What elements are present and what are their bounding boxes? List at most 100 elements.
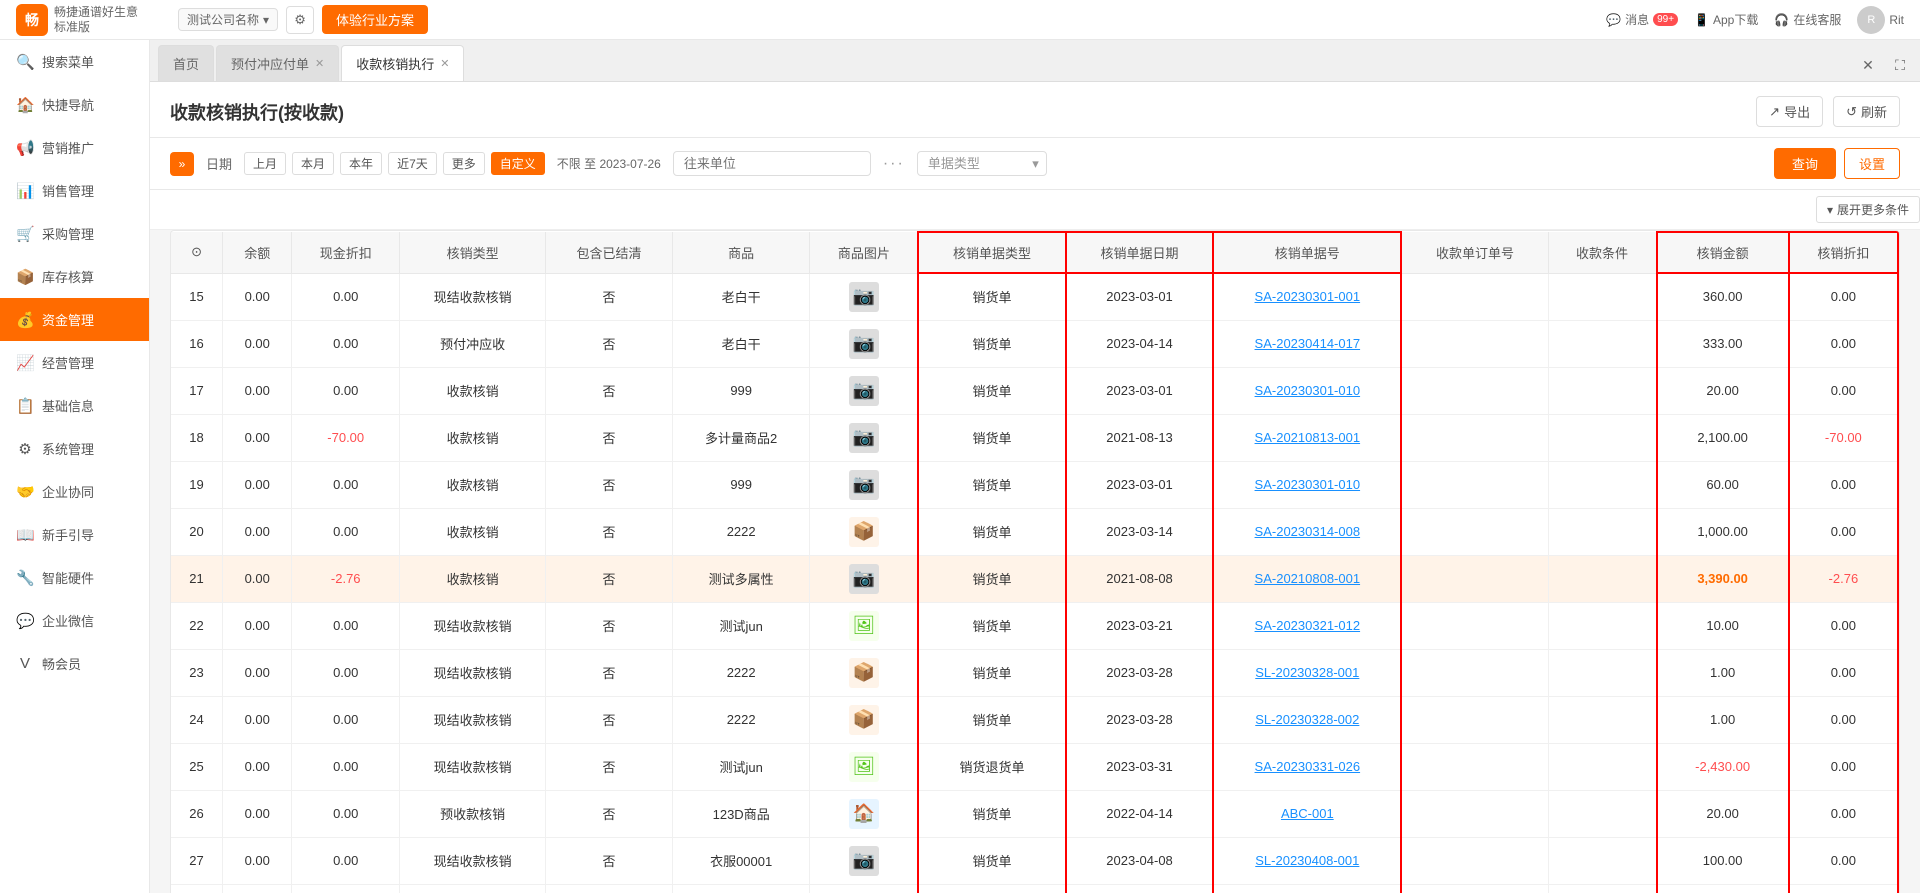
sidebar-item-企业微信[interactable]: 💬企业微信: [0, 599, 149, 642]
company-selector[interactable]: 测试公司名称 ▾: [178, 8, 278, 31]
filter-bar: » 日期 上月本月本年近7天更多自定义 不限 至 2023-07-26 ··· …: [150, 138, 1920, 190]
cash-discount-value: -70.00: [327, 430, 364, 445]
product-cell: 衣服00001: [672, 837, 809, 884]
bill-no-link[interactable]: SA-20230301-010: [1255, 383, 1361, 398]
expand-button[interactable]: »: [170, 152, 194, 176]
receiptCondition-cell: [1548, 837, 1656, 884]
user-menu-btn[interactable]: R Rit: [1857, 6, 1904, 34]
bill-no-link[interactable]: SA-20230301-001: [1255, 289, 1361, 304]
balance-cell: 0.00: [223, 320, 292, 367]
product-cell: 测试jun: [672, 602, 809, 649]
expand-more-button[interactable]: ▾ 展开更多条件: [1816, 196, 1920, 223]
tab-close-icon[interactable]: ✕: [315, 57, 324, 70]
sidebar-item-经营管理[interactable]: 📈经营管理: [0, 341, 149, 384]
col-header-billCategory: 核销单据类型: [918, 232, 1065, 273]
bill-type-select[interactable]: 单据类型: [917, 151, 1047, 176]
date-custom-btn[interactable]: 自定义: [491, 152, 545, 175]
tab-收款核销执行[interactable]: 收款核销执行✕: [341, 45, 464, 81]
billCategory-cell: 销货单: [918, 555, 1065, 602]
tab-首页[interactable]: 首页: [158, 45, 214, 81]
tab-label: 预付冲应付单: [231, 54, 309, 73]
date-option-近7天[interactable]: 近7天: [388, 152, 437, 175]
sidebar-item-销售管理[interactable]: 📊销售管理: [0, 169, 149, 212]
table-row: 220.000.00现结收款核销否测试jun🖼销货单2023-03-21SA-2…: [171, 602, 1898, 649]
cashDiscount-cell: 0.00: [292, 602, 400, 649]
sidebar-label: 库存核算: [42, 267, 94, 286]
logo-area: 畅 畅捷通谱好生意 标准版: [16, 4, 166, 36]
idx-cell: 24: [171, 696, 223, 743]
close-tab-btn[interactable]: ✕: [1856, 53, 1880, 77]
sidebar-icon: ⚙: [16, 440, 34, 458]
bill-no-link[interactable]: SA-20230314-008: [1255, 524, 1361, 539]
includeClear-cell: 否: [546, 320, 673, 367]
receiptCondition-cell: [1548, 602, 1656, 649]
balance-cell: 0.00: [223, 508, 292, 555]
sidebar-item-营销推广[interactable]: 📢营销推广: [0, 126, 149, 169]
date-option-本年[interactable]: 本年: [340, 152, 382, 175]
refresh-button[interactable]: ↺ 刷新: [1833, 96, 1900, 127]
idx-cell: 16: [171, 320, 223, 367]
sidebar-item-快捷导航[interactable]: 🏠快捷导航: [0, 83, 149, 126]
tab-预付冲应付单[interactable]: 预付冲应付单 ✕: [216, 45, 339, 81]
writeoffAmount-cell: 333.00: [1657, 320, 1789, 367]
date-option-上月[interactable]: 上月: [244, 152, 286, 175]
billDate-cell: 2023-03-31: [1066, 743, 1213, 790]
date-option-更多[interactable]: 更多: [443, 152, 485, 175]
sidebar-item-搜索菜单[interactable]: 🔍搜索菜单: [0, 40, 149, 83]
table-row: 280.000.00现结收款核销否2222📦销货单2023-04-18SL-20…: [171, 884, 1898, 893]
query-button[interactable]: 查询: [1774, 148, 1836, 179]
settings-button[interactable]: 设置: [1844, 148, 1900, 179]
chevron-down-icon: ▾: [263, 13, 269, 27]
bill-no-link[interactable]: ABC-001: [1281, 806, 1334, 821]
sidebar-item-系统管理[interactable]: ⚙系统管理: [0, 427, 149, 470]
col-header-writeoffType: 核销类型: [400, 232, 546, 273]
includeClear-cell: 否: [546, 461, 673, 508]
chevron-down-icon: ▾: [1827, 203, 1833, 217]
includeClear-cell: 否: [546, 790, 673, 837]
billDate-cell: 2023-04-14: [1066, 320, 1213, 367]
bill-no-link[interactable]: SL-20230328-002: [1255, 712, 1359, 727]
table-row: 160.000.00预付冲应收否老白干📷销货单2023-04-14SA-2023…: [171, 320, 1898, 367]
sidebar-icon: 📈: [16, 354, 34, 372]
bill-no-link[interactable]: SA-20230414-017: [1255, 336, 1361, 351]
bill-no-link[interactable]: SA-20230321-012: [1255, 618, 1361, 633]
sidebar-item-企业协同[interactable]: 🤝企业协同: [0, 470, 149, 513]
table-row: 260.000.00预收款核销否123D商品🏠销货单2022-04-14ABC-…: [171, 790, 1898, 837]
logo-icon: 畅: [16, 4, 48, 36]
maximize-tab-btn[interactable]: ⛶: [1888, 53, 1912, 77]
sidebar-item-畅会员[interactable]: V畅会员: [0, 642, 149, 685]
bill-no-link[interactable]: SL-20230328-001: [1255, 665, 1359, 680]
balance-cell: 0.00: [223, 414, 292, 461]
date-option-本月[interactable]: 本月: [292, 152, 334, 175]
writeoffAmount-cell: 20.00: [1657, 367, 1789, 414]
gear-button[interactable]: ⚙: [286, 6, 314, 34]
receiptOrderNo-cell: [1401, 790, 1548, 837]
tab-close-icon[interactable]: ✕: [440, 57, 449, 70]
includeClear-cell: 否: [546, 837, 673, 884]
industry-btn[interactable]: 体验行业方案: [322, 5, 428, 34]
bill-no-link[interactable]: SL-20230408-001: [1255, 853, 1359, 868]
bill-no-link[interactable]: SA-20210813-001: [1255, 430, 1361, 445]
sidebar-item-新手引导[interactable]: 📖新手引导: [0, 513, 149, 556]
app-download-btn[interactable]: 📱 App下载: [1694, 11, 1758, 28]
sidebar-item-智能硬件[interactable]: 🔧智能硬件: [0, 556, 149, 599]
writeoffAmount-cell: 10.00: [1657, 602, 1789, 649]
sidebar-item-采购管理[interactable]: 🛒采购管理: [0, 212, 149, 255]
bill-no-link[interactable]: SA-20210808-001: [1255, 571, 1361, 586]
bill-no-link[interactable]: SA-20230301-010: [1255, 477, 1361, 492]
sidebar-icon: 📢: [16, 139, 34, 157]
export-button[interactable]: ↗ 导出: [1756, 96, 1823, 127]
sidebar-item-库存核算[interactable]: 📦库存核算: [0, 255, 149, 298]
receiptCondition-cell: [1548, 320, 1656, 367]
partner-input[interactable]: [673, 151, 871, 176]
sidebar-item-基础信息[interactable]: 📋基础信息: [0, 384, 149, 427]
bill-no-link[interactable]: SA-20230331-026: [1255, 759, 1361, 774]
cashDiscount-cell: 0.00: [292, 367, 400, 414]
billCategory-cell: 销货单: [918, 884, 1065, 893]
sidebar-item-资金管理[interactable]: 💰资金管理: [0, 298, 149, 341]
online-service-btn[interactable]: 🎧 在线客服: [1774, 11, 1841, 28]
billCategory-cell: 销货退货单: [918, 743, 1065, 790]
product-cell: 老白干: [672, 273, 809, 320]
message-btn[interactable]: 💬 消息 99+: [1606, 11, 1678, 28]
sidebar-icon: 🛒: [16, 225, 34, 243]
